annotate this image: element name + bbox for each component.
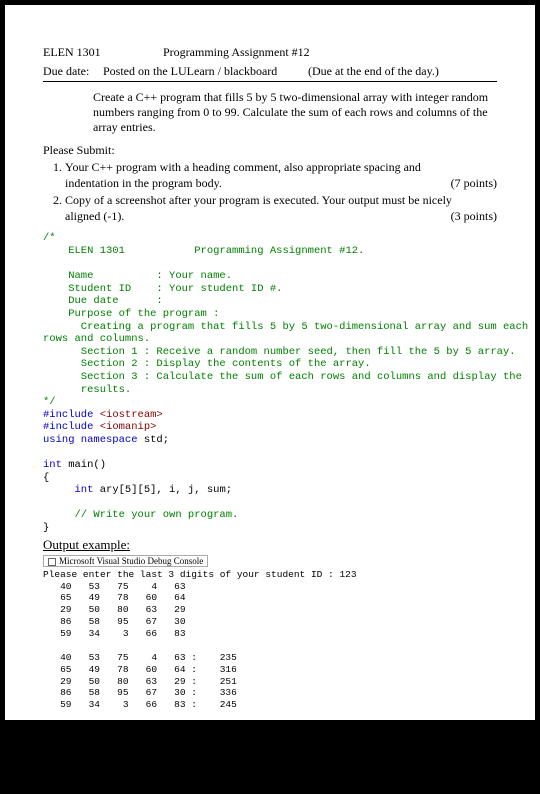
console-line: 86 58 95 67 30 : 336 bbox=[43, 687, 237, 698]
comment-write: // Write your own program. bbox=[43, 509, 238, 521]
comment-line: Name : Your name. bbox=[43, 270, 232, 282]
comment-line: Purpose of the program : bbox=[43, 308, 219, 320]
submit-item-1-points: (7 points) bbox=[443, 176, 497, 192]
code-block: /* ELEN 1301 Programming Assignment #12.… bbox=[43, 232, 497, 534]
include-keyword: #include bbox=[43, 421, 100, 433]
due-posted: Posted on the LULearn / blackboard bbox=[103, 64, 308, 79]
comment-line: rows and columns. bbox=[43, 333, 150, 345]
due-label: Due date: bbox=[43, 64, 103, 79]
submit-item-1-line2: indentation in the program body. bbox=[65, 176, 443, 192]
console-line: 59 34 3 66 83 : 245 bbox=[43, 699, 237, 710]
comment-line: Section 1 : Receive a random number seed… bbox=[43, 346, 516, 358]
submit-item-2-line1: Copy of a screenshot after your program … bbox=[65, 193, 497, 209]
submit-item-2: Copy of a screenshot after your program … bbox=[65, 193, 497, 224]
submit-item-2-points: (3 points) bbox=[443, 209, 497, 225]
declarations: ary[5][5], i, j, sum; bbox=[93, 484, 232, 496]
submit-label: Please Submit: bbox=[43, 143, 497, 158]
console-window: Microsoft Visual Studio Debug Console Pl… bbox=[43, 553, 497, 794]
console-line: _ bbox=[43, 782, 49, 793]
comment-line: Section 3 : Calculate the sum of each ro… bbox=[43, 371, 522, 383]
description: Create a C++ program that fills 5 by 5 t… bbox=[93, 90, 497, 135]
console-line: Please enter the last 3 digits of your s… bbox=[43, 569, 357, 580]
comment-close: */ bbox=[43, 396, 56, 408]
comment-line: Due date : bbox=[43, 295, 163, 307]
console-line: 65 49 78 60 64 bbox=[43, 592, 186, 603]
header-row: ELEN 1301 Programming Assignment #12 bbox=[43, 45, 497, 60]
submit-item-1-line1: Your C++ program with a heading comment,… bbox=[65, 160, 497, 176]
console-line: C:\Users\LUEE\source\repos\test2\Debug\t… bbox=[43, 759, 510, 770]
brace-open: { bbox=[43, 472, 49, 484]
comment-line: ELEN 1301 Programming Assignment #12. bbox=[43, 245, 364, 257]
comment-line: Creating a program that fills 5 by 5 two… bbox=[43, 321, 528, 333]
assignment-title: Programming Assignment #12 bbox=[163, 45, 310, 60]
submit-item-2-line2: aligned (-1). bbox=[65, 209, 443, 225]
assignment-document: ELEN 1301 Programming Assignment #12 Due… bbox=[5, 5, 535, 720]
course-code: ELEN 1301 bbox=[43, 45, 163, 60]
comment-line: results. bbox=[43, 384, 131, 396]
include-header: <iostream> bbox=[100, 409, 163, 421]
console-line: Press any key to close this window . . . bbox=[43, 771, 271, 782]
include-keyword: #include bbox=[43, 409, 100, 421]
comment-line: Section 2 : Display the contents of the … bbox=[43, 358, 371, 370]
console-line: 40 53 75 4 63 : 235 bbox=[43, 652, 237, 663]
comment-line: Student ID : Your student ID #. bbox=[43, 283, 282, 295]
console-output: Please enter the last 3 digits of your s… bbox=[43, 569, 497, 794]
due-end: (Due at the end of the day.) bbox=[308, 64, 439, 79]
comment-open: /* bbox=[43, 232, 56, 244]
console-line: 59 34 3 66 83 bbox=[43, 628, 186, 639]
console-line: 29 50 80 63 29 : 251 bbox=[43, 676, 237, 687]
main-func: main() bbox=[62, 459, 106, 471]
int-keyword: int bbox=[43, 484, 93, 496]
brace-close: } bbox=[43, 522, 49, 534]
include-header: <iomanip> bbox=[100, 421, 157, 433]
submit-item-1: Your C++ program with a heading comment,… bbox=[65, 160, 497, 191]
submit-list: Your C++ program with a heading comment,… bbox=[65, 160, 497, 224]
console-line: 40 53 75 4 63 bbox=[43, 581, 186, 592]
due-row: Due date: Posted on the LULearn / blackb… bbox=[43, 64, 497, 82]
output-example-label: Output example: bbox=[43, 537, 497, 553]
int-keyword: int bbox=[43, 459, 62, 471]
console-title: Microsoft Visual Studio Debug Console bbox=[43, 555, 208, 567]
console-line: 29 50 80 63 29 bbox=[43, 604, 186, 615]
using-keyword: using namespace bbox=[43, 434, 138, 446]
console-line: 65 49 78 60 64 : 316 bbox=[43, 664, 237, 675]
namespace-std: std; bbox=[138, 434, 170, 446]
console-line: 86 58 95 67 30 bbox=[43, 616, 186, 627]
